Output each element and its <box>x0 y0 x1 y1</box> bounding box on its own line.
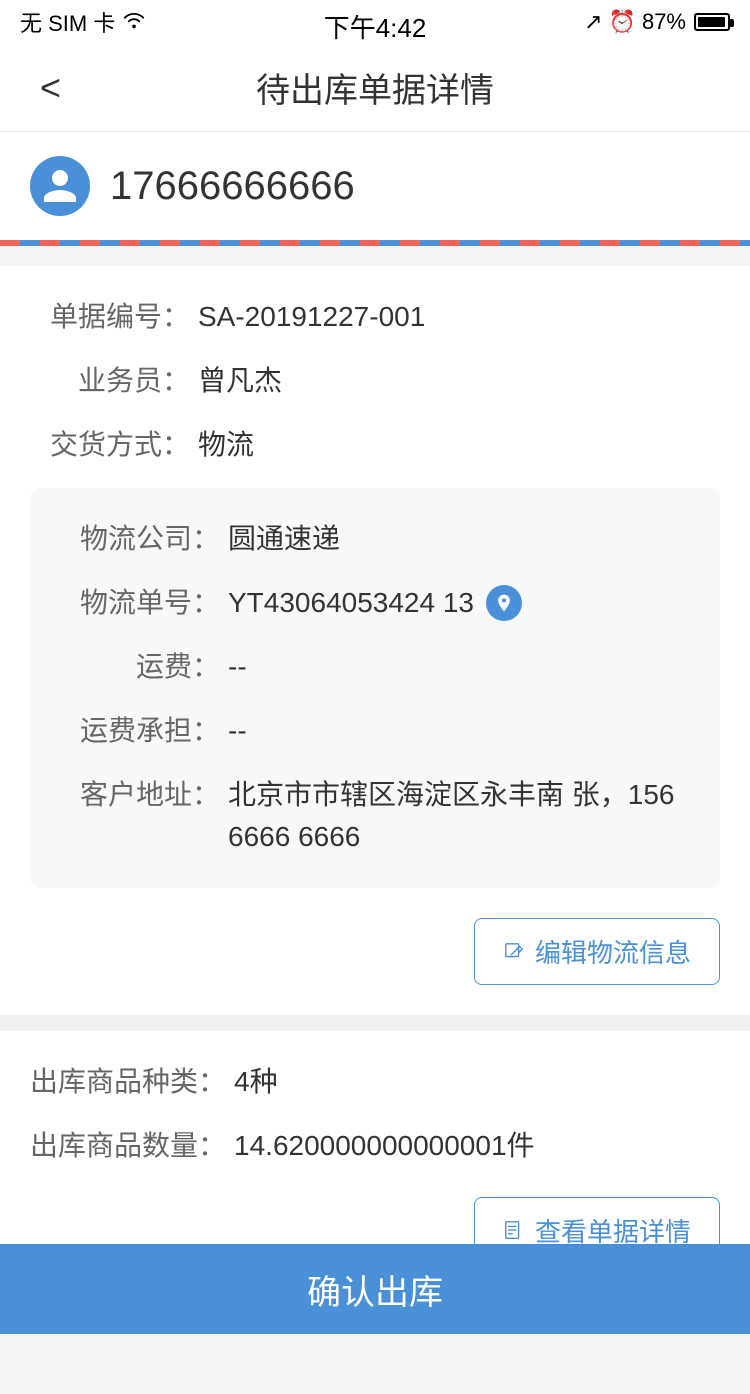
document-icon <box>503 1220 525 1242</box>
goods-quantity-value: 14.620000000000001件 <box>234 1125 720 1167</box>
page-title: 待出库单据详情 <box>256 63 494 112</box>
logistics-number-label: 物流单号： <box>60 582 220 624</box>
location-pin-icon <box>494 593 514 613</box>
avatar <box>30 156 90 216</box>
order-number-value: SA-20191227-001 <box>198 296 720 338</box>
freight-bearer-row: 运费承担： -- <box>60 710 690 752</box>
status-right: ↗ ⏰ 87% <box>584 9 730 35</box>
battery-icon <box>694 13 730 31</box>
status-left: 无 SIM 卡 <box>20 6 145 38</box>
track-location-button[interactable] <box>486 585 522 621</box>
logistics-number-value: YT43064053424 13 <box>228 582 690 624</box>
nav-bar: < 待出库单据详情 <box>0 44 750 132</box>
location-status-icon: ↗ <box>584 9 602 35</box>
wifi-icon <box>123 9 145 35</box>
battery-label: 87% <box>642 9 686 35</box>
freight-bearer-value: -- <box>228 710 690 752</box>
alarm-icon: ⏰ <box>609 9 636 35</box>
confirm-outbound-button[interactable]: 确认出库 <box>0 1244 750 1334</box>
goods-type-row: 出库商品种类： 4种 <box>30 1061 720 1103</box>
delivery-method-label: 交货方式： <box>30 424 190 466</box>
dashed-divider <box>0 240 750 246</box>
freight-label: 运费： <box>60 646 220 688</box>
status-bar: 无 SIM 卡 下午4:42 ↗ ⏰ 87% <box>0 0 750 44</box>
back-button[interactable]: < <box>30 57 71 119</box>
customer-address-value: 北京市市辖区海淀区永丰南 张，156 6666 6666 <box>228 774 690 858</box>
customer-address-row: 客户地址： 北京市市辖区海淀区永丰南 张，156 6666 6666 <box>60 774 690 858</box>
order-number-row: 单据编号： SA-20191227-001 <box>30 296 720 338</box>
freight-bearer-label: 运费承担： <box>60 710 220 752</box>
carrier-label: 无 SIM 卡 <box>20 6 115 38</box>
logistics-company-value: 圆通速递 <box>228 518 690 560</box>
edit-icon <box>503 941 525 963</box>
user-avatar-icon <box>40 166 80 206</box>
logistics-number-text: YT43064053424 13 <box>228 582 474 624</box>
freight-value: -- <box>228 646 690 688</box>
logistics-company-row: 物流公司： 圆通速递 <box>60 518 690 560</box>
section-divider <box>0 1015 750 1031</box>
goods-quantity-row: 出库商品数量： 14.620000000000001件 <box>30 1125 720 1167</box>
goods-quantity-label: 出库商品数量： <box>30 1125 226 1167</box>
delivery-method-row: 交货方式： 物流 <box>30 424 720 466</box>
confirm-button-wrapper: 确认出库 <box>0 1244 750 1334</box>
salesperson-value: 曾凡杰 <box>198 360 720 402</box>
goods-type-value: 4种 <box>234 1061 720 1103</box>
status-time: 下午4:42 <box>324 8 427 45</box>
salesperson-row: 业务员： 曾凡杰 <box>30 360 720 402</box>
user-header: 17666666666 <box>0 132 750 240</box>
confirm-button-label: 确认出库 <box>307 1265 443 1314</box>
delivery-method-value: 物流 <box>198 424 720 466</box>
logistics-number-row: 物流单号： YT43064053424 13 <box>60 582 690 624</box>
salesperson-label: 业务员： <box>30 360 190 402</box>
edit-logistics-wrapper: 编辑物流信息 <box>30 918 720 985</box>
logistics-card: 物流公司： 圆通速递 物流单号： YT43064053424 13 运费： -- <box>30 488 720 888</box>
goods-type-label: 出库商品种类： <box>30 1061 226 1103</box>
order-number-label: 单据编号： <box>30 296 190 338</box>
user-phone: 17666666666 <box>110 164 355 209</box>
basic-info-section: 单据编号： SA-20191227-001 业务员： 曾凡杰 交货方式： 物流 … <box>0 266 750 1015</box>
logistics-company-label: 物流公司： <box>60 518 220 560</box>
edit-logistics-label: 编辑物流信息 <box>535 933 691 970</box>
edit-logistics-button[interactable]: 编辑物流信息 <box>474 918 720 985</box>
freight-row: 运费： -- <box>60 646 690 688</box>
customer-address-label: 客户地址： <box>60 774 220 816</box>
